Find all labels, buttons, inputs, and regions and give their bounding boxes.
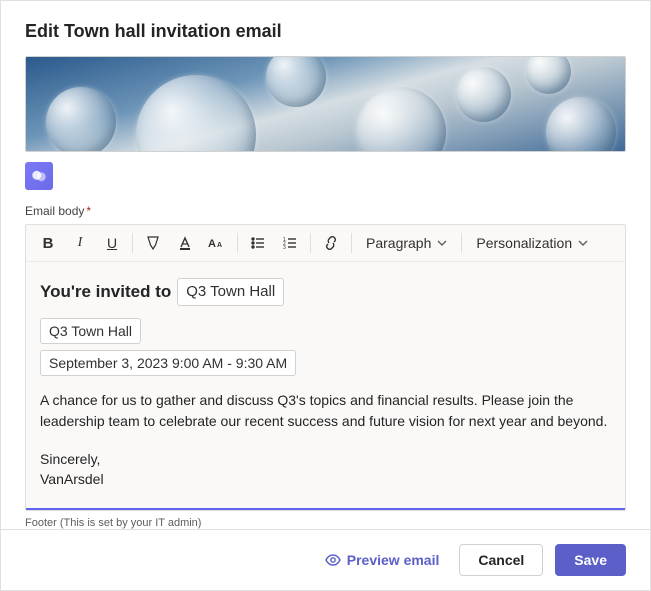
required-indicator: *	[86, 204, 91, 218]
paragraph-dropdown-label: Paragraph	[366, 235, 431, 251]
toolbar-separator	[310, 233, 311, 253]
brand-logo[interactable]	[25, 162, 53, 190]
event-detail-tokens: Q3 Town Hall September 3, 2023 9:00 AM -…	[40, 318, 611, 377]
font-color-button[interactable]	[171, 229, 199, 257]
personalization-dropdown[interactable]: Personalization	[468, 229, 596, 257]
closing-text: Sincerely,	[40, 449, 611, 469]
event-time-token[interactable]: September 3, 2023 9:00 AM - 9:30 AM	[40, 350, 296, 376]
numbered-list-button[interactable]: 123	[276, 229, 304, 257]
edit-invitation-dialog: Edit Town hall invitation email Email bo…	[1, 1, 650, 590]
preview-email-button[interactable]: Preview email	[317, 546, 448, 574]
dialog-title: Edit Town hall invitation email	[25, 21, 626, 42]
chevron-down-icon	[578, 238, 588, 248]
toolbar-separator	[132, 233, 133, 253]
email-body-content[interactable]: You're invited to Q3 Town Hall Q3 Town H…	[26, 262, 625, 510]
signature-text: VanArsdel	[40, 469, 611, 489]
invite-prefix-text: You're invited to	[40, 280, 171, 305]
email-body-paragraph: A chance for us to gather and discuss Q3…	[40, 390, 611, 431]
toolbar-separator	[461, 233, 462, 253]
insert-link-button[interactable]	[317, 229, 345, 257]
email-body-label-text: Email body	[25, 204, 84, 218]
svg-text:A: A	[217, 242, 222, 249]
svg-text:A: A	[208, 238, 216, 250]
italic-button[interactable]: I	[66, 229, 94, 257]
email-body-label: Email body*	[25, 204, 626, 218]
underline-button[interactable]: U	[98, 229, 126, 257]
eye-icon	[325, 552, 341, 568]
preview-email-label: Preview email	[347, 552, 440, 568]
brand-logo-row	[25, 162, 626, 190]
footer-section-label: Footer (This is set by your IT admin)	[25, 517, 626, 529]
chevron-down-icon	[437, 238, 447, 248]
svg-text:3: 3	[283, 245, 286, 251]
cancel-label: Cancel	[478, 552, 524, 568]
save-label: Save	[574, 552, 607, 568]
paragraph-style-dropdown[interactable]: Paragraph	[358, 229, 455, 257]
font-size-button[interactable]: AA	[203, 229, 231, 257]
cancel-button[interactable]: Cancel	[459, 544, 543, 576]
toolbar-separator	[351, 233, 352, 253]
dialog-action-bar: Preview email Cancel Save	[1, 529, 650, 590]
bulleted-list-button[interactable]	[244, 229, 272, 257]
bold-button[interactable]: B	[34, 229, 62, 257]
event-name-token[interactable]: Q3 Town Hall	[177, 278, 284, 306]
editor-toolbar: B I U AA 123	[26, 225, 625, 262]
toolbar-separator	[237, 233, 238, 253]
banner-image[interactable]	[25, 56, 626, 152]
save-button[interactable]: Save	[555, 544, 626, 576]
event-name-token-2[interactable]: Q3 Town Hall	[40, 318, 141, 344]
invite-heading: You're invited to Q3 Town Hall	[40, 278, 611, 306]
email-signature: Sincerely, VanArsdel	[40, 449, 611, 490]
highlight-color-button[interactable]	[139, 229, 167, 257]
personalization-dropdown-label: Personalization	[476, 235, 572, 251]
email-body-editor: B I U AA 123	[25, 224, 626, 511]
